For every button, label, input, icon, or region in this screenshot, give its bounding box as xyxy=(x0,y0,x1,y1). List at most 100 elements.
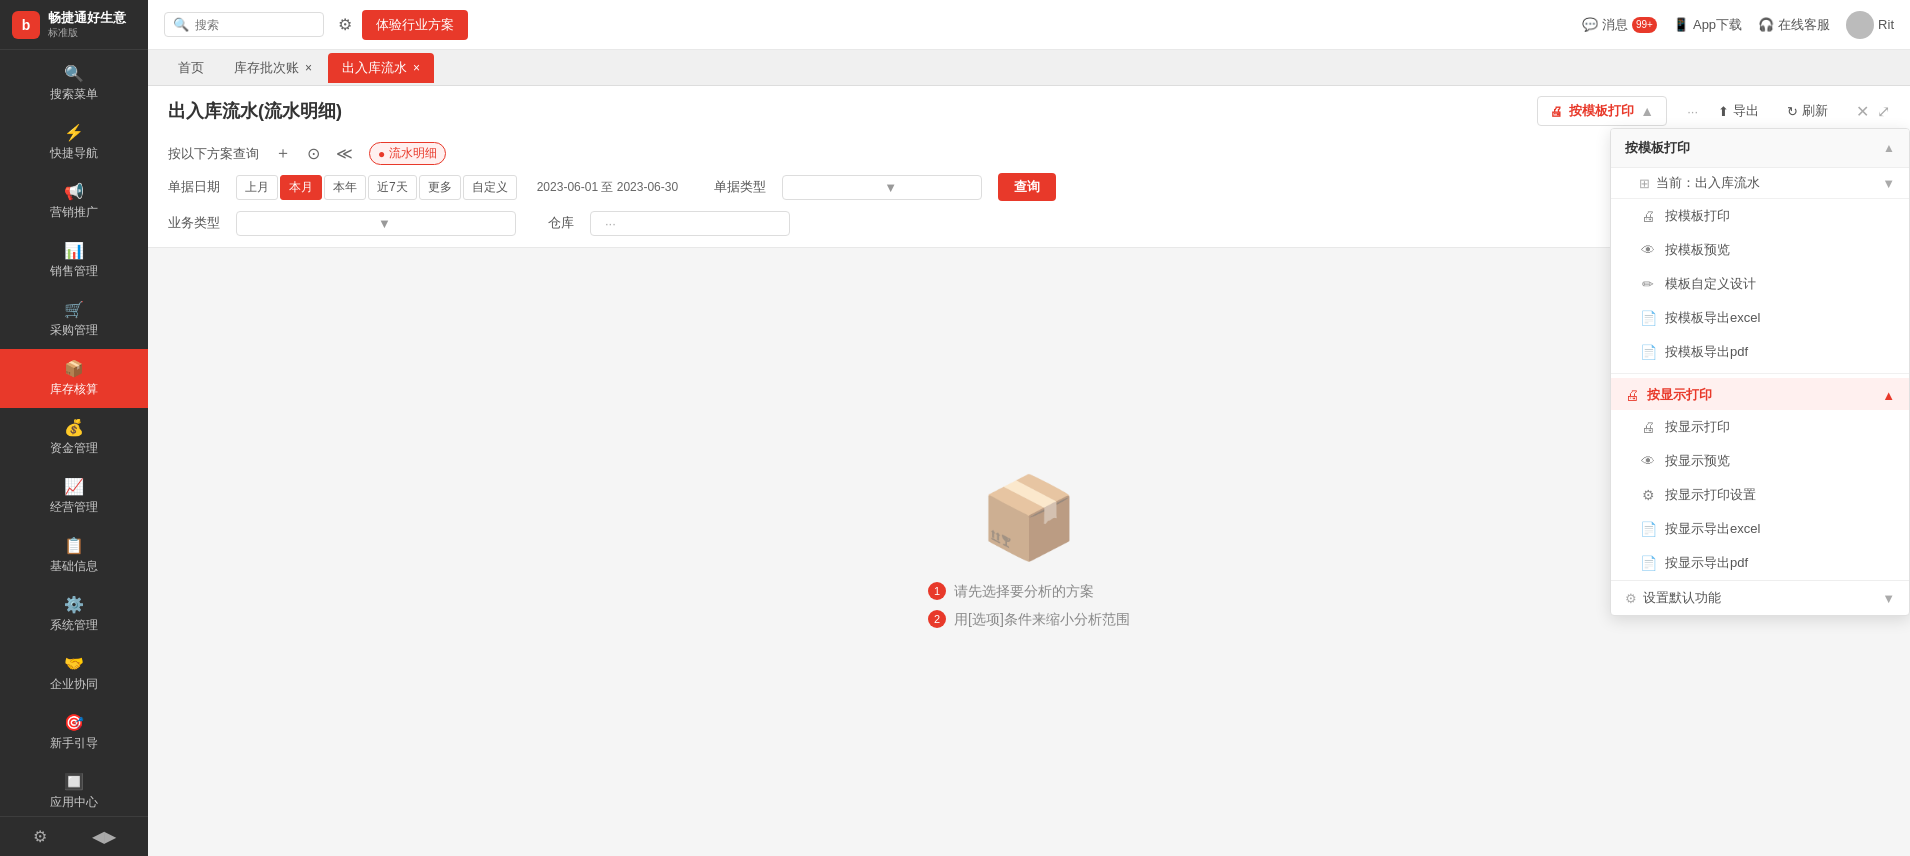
settings-icon[interactable]: ⚙ xyxy=(33,827,47,846)
date-range-buttons: 上月 本月 本年 近7天 更多 自定义 xyxy=(236,175,517,200)
refresh-button[interactable]: ↻ 刷新 xyxy=(1779,98,1836,124)
warehouse-more-icon[interactable]: ··· xyxy=(605,216,616,231)
trial-button[interactable]: 体验行业方案 xyxy=(362,10,468,40)
template-preview-icon: 👁 xyxy=(1639,242,1657,258)
dp-display-settings[interactable]: ⚙ 按显示打印设置 xyxy=(1611,478,1909,512)
display-settings-icon: ⚙ xyxy=(1639,487,1657,503)
sidebar-item-marketing[interactable]: 📢 营销推广 xyxy=(0,172,148,231)
tab-batch[interactable]: 库存批次账 × xyxy=(220,53,326,83)
tab-window-controls: ✕ ⤢ xyxy=(1856,102,1890,121)
bill-type-chevron: ▼ xyxy=(884,180,971,195)
operations-icon: 📈 xyxy=(64,477,84,496)
query-button[interactable]: 查询 xyxy=(998,173,1056,201)
tabbar: 首页 库存批次账 × 出入库流水 × xyxy=(148,50,1910,86)
tab-batch-close[interactable]: × xyxy=(305,61,312,75)
curr-month-btn[interactable]: 本月 xyxy=(280,175,322,200)
dp-template-print[interactable]: 🖨 按模板打印 xyxy=(1611,199,1909,233)
dp-footer[interactable]: ⚙ 设置默认功能 ▼ xyxy=(1611,580,1909,615)
tab-flow[interactable]: 出入库流水 × xyxy=(328,53,434,83)
expand-window-icon[interactable]: ⤢ xyxy=(1877,102,1890,121)
dp-display-excel[interactable]: 📄 按显示导出excel xyxy=(1611,512,1909,546)
display-section-expand[interactable]: ▲ xyxy=(1882,388,1895,403)
dp-template-preview[interactable]: 👁 按模板预览 xyxy=(1611,233,1909,267)
filter-tag-label: 流水明细 xyxy=(389,145,437,162)
inventory-icon: 📦 xyxy=(64,359,84,378)
date-range-text: 2023-06-01 至 2023-06-30 xyxy=(537,179,678,196)
dp-display-print[interactable]: 🖨 按显示打印 xyxy=(1611,410,1909,444)
dp-display-preview[interactable]: 👁 按显示预览 xyxy=(1611,444,1909,478)
logo: b 畅捷通好生意 标准版 xyxy=(0,0,148,50)
refresh-label: 刷新 xyxy=(1802,102,1828,120)
sidebar-item-enterprise[interactable]: 🤝 企业协同 xyxy=(0,644,148,703)
user-avatar-item[interactable]: Rit xyxy=(1846,11,1894,39)
dp-template-custom[interactable]: ✏ 模板自定义设计 xyxy=(1611,267,1909,301)
business-type-label: 业务类型 xyxy=(168,214,220,232)
warehouse-filter[interactable]: ··· xyxy=(590,211,790,236)
template-excel-icon: 📄 xyxy=(1639,310,1657,326)
topbar-search[interactable]: 🔍 xyxy=(164,12,324,37)
sales-label: 销售管理 xyxy=(50,263,98,280)
topbar-right: 💬 消息 99+ 📱 App下载 🎧 在线客服 Rit xyxy=(1582,11,1894,39)
sidebar-item-inventory[interactable]: 📦 库存核算 xyxy=(0,349,148,408)
search-icon: 🔍 xyxy=(64,64,84,83)
filter-settings-icon[interactable]: ⊙ xyxy=(307,144,320,163)
tab-flow-label: 出入库流水 xyxy=(342,59,407,77)
tab-home[interactable]: 首页 xyxy=(164,53,218,83)
sidebar-item-purchase[interactable]: 🛒 采购管理 xyxy=(0,290,148,349)
finance-label: 资金管理 xyxy=(50,440,98,457)
page-content: 出入库流水(流水明细) 🖨 按模板打印 ▲ ··· ⬆ 导出 ↻ 刷新 xyxy=(148,86,1910,856)
curr-year-btn[interactable]: 本年 xyxy=(324,175,366,200)
more-icon[interactable]: ··· xyxy=(1687,104,1698,119)
custom-btn[interactable]: 自定义 xyxy=(463,175,517,200)
dp-display-section-header[interactable]: 🖨 按显示打印 ▲ xyxy=(1611,378,1909,410)
prev-month-btn[interactable]: 上月 xyxy=(236,175,278,200)
dp-template-excel-label: 按模板导出excel xyxy=(1665,309,1760,327)
avatar xyxy=(1846,11,1874,39)
tab-home-label: 首页 xyxy=(178,59,204,77)
close-window-icon[interactable]: ✕ xyxy=(1856,102,1869,121)
sidebar-item-search[interactable]: 🔍 搜索菜单 xyxy=(0,54,148,113)
dp-template-excel[interactable]: 📄 按模板导出excel xyxy=(1611,301,1909,335)
logo-icon: b xyxy=(12,11,40,39)
dp-template-pdf[interactable]: 📄 按模板导出pdf xyxy=(1611,335,1909,369)
sidebar-item-finance[interactable]: 💰 资金管理 xyxy=(0,408,148,467)
collapse-icon[interactable]: ◀▶ xyxy=(92,827,116,846)
dp-footer-expand[interactable]: ▼ xyxy=(1882,591,1895,606)
guide-label: 新手引导 xyxy=(50,735,98,752)
sidebar-item-basic[interactable]: 📋 基础信息 xyxy=(0,526,148,585)
business-type-select[interactable]: ▼ xyxy=(236,211,516,236)
template-print-button[interactable]: 🖨 按模板打印 ▲ xyxy=(1537,96,1667,126)
sidebar-item-apps[interactable]: 🔲 应用中心 xyxy=(0,762,148,816)
sidebar-item-sales[interactable]: 📊 销售管理 xyxy=(0,231,148,290)
system-label: 系统管理 xyxy=(50,617,98,634)
dp-footer-label: 设置默认功能 xyxy=(1643,589,1721,607)
dp-header-title: 按模板打印 xyxy=(1625,139,1690,157)
empty-steps: 1 请先选择要分析的方案 2 用[选项]条件来缩小分析范围 xyxy=(928,577,1130,633)
sidebar-item-operations[interactable]: 📈 经营管理 xyxy=(0,467,148,526)
expand-icon[interactable]: ▲ xyxy=(1640,103,1654,119)
export-button[interactable]: ⬆ 导出 xyxy=(1710,98,1767,124)
inventory-label: 库存核算 xyxy=(50,381,98,398)
dp-display-pdf[interactable]: 📄 按显示导出pdf xyxy=(1611,546,1909,580)
app-download-item[interactable]: 📱 App下载 xyxy=(1673,16,1742,34)
filter-collapse-icon[interactable]: ≪ xyxy=(336,144,353,163)
sidebar-item-shortcut[interactable]: ⚡ 快捷导航 xyxy=(0,113,148,172)
topbar: 🔍 ⚙ 体验行业方案 💬 消息 99+ 📱 App下载 🎧 在线客服 Ri xyxy=(148,0,1910,50)
more-btn[interactable]: 更多 xyxy=(419,175,461,200)
sidebar-item-system[interactable]: ⚙️ 系统管理 xyxy=(0,585,148,644)
message-item[interactable]: 💬 消息 99+ xyxy=(1582,16,1657,34)
dp-template-pdf-label: 按模板导出pdf xyxy=(1665,343,1748,361)
marketing-icon: 📢 xyxy=(64,182,84,201)
sidebar-item-guide[interactable]: 🎯 新手引导 xyxy=(0,703,148,762)
search-input[interactable] xyxy=(195,18,315,32)
brand-name: 畅捷通好生意 xyxy=(48,10,126,27)
add-filter-icon[interactable]: ＋ xyxy=(275,143,291,164)
customer-service-item[interactable]: 🎧 在线客服 xyxy=(1758,16,1830,34)
last7-btn[interactable]: 近7天 xyxy=(368,175,417,200)
active-filter-tag[interactable]: ● 流水明细 xyxy=(369,142,446,165)
dp-current-expand[interactable]: ▼ xyxy=(1882,176,1895,191)
tab-flow-close[interactable]: × xyxy=(413,61,420,75)
bill-type-dropdown[interactable]: ▼ xyxy=(782,175,982,200)
dp-scroll-up[interactable]: ▲ xyxy=(1883,141,1895,155)
gear-icon[interactable]: ⚙ xyxy=(338,15,352,34)
